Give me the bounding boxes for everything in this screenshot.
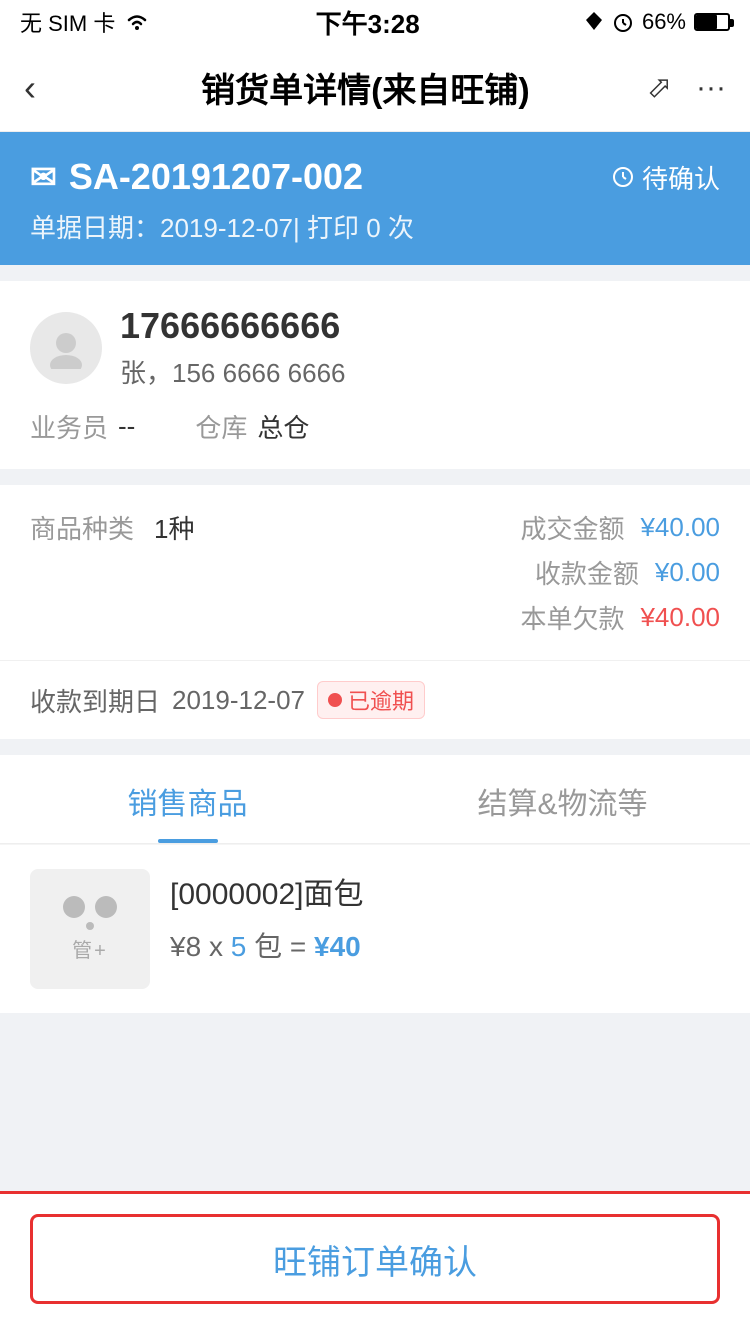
status-bar-time: 下午3:28 [316,4,420,41]
confirm-order-button[interactable]: 旺铺订单确认 [30,1214,720,1304]
salesperson-label: 业务员 [30,408,108,445]
status-bar: 无 SIM 卡 下午3:28 66% [0,0,750,44]
customer-section: 17666666666 张，156 6666 6666 业务员 -- 仓库 总仓 [0,281,750,469]
overdue-badge: 已逾期 [317,681,425,719]
payment-label: 收款金额 [535,554,639,591]
page-title: 销货单详情(来自旺铺) [84,63,647,112]
customer-phone: 17666666666 [120,305,346,347]
order-date: 单据日期：2019-12-07| 打印 0 次 [30,208,720,245]
warehouse-label: 仓库 [195,408,247,445]
tabs-row: 销售商品 结算&物流等 [0,755,750,844]
deal-amount-label: 成交金额 [520,509,624,546]
tab-settlement[interactable]: 结算&物流等 [375,755,750,843]
nav-actions: ⬀ ··· [647,70,726,105]
tab-sales-products[interactable]: 销售商品 [0,755,375,843]
salesperson-value: -- [118,411,135,442]
order-status: 待确认 [612,159,720,196]
owl-eye-left [63,896,85,918]
balance-value: ¥40.00 [640,602,720,633]
product-info: [0000002]面包 ¥8 x 5 包 = ¥40 [170,869,720,965]
balance-label: 本单欠款 [520,599,624,636]
nav-bar: ‹ 销货单详情(来自旺铺) ⬀ ··· [0,44,750,132]
owl-eye-right [95,896,117,918]
warehouse-item: 仓库 总仓 [195,408,309,445]
status-bar-right: 66% [584,9,730,35]
alarm-icon [612,11,634,33]
overdue-icon [328,693,342,707]
wifi-icon [123,12,151,32]
product-qty: 5 [231,931,247,962]
owl-eyes-icon [63,896,117,918]
order-id: ✉ SA-20191207-002 [30,156,363,198]
product-name: [0000002]面包 [170,869,720,913]
product-type-area: 商品种类 1种 [30,509,194,546]
product-item: 管+ [0000002]面包 ¥8 x 5 包 = ¥40 [0,844,750,1013]
payment-value: ¥0.00 [655,557,720,588]
order-icon: ✉ [30,158,57,196]
customer-name: 张，156 6666 6666 [120,353,346,390]
warehouse-value: 总仓 [257,408,309,445]
clock-icon [612,166,634,188]
owl-nose-icon [86,922,94,930]
product-price-row: ¥8 x 5 包 = ¥40 [170,925,720,965]
product-total: ¥40 [314,931,361,962]
status-text: 待确认 [642,159,720,196]
product-type-value: 1种 [154,509,194,546]
carrier-text: 无 SIM 卡 [20,6,115,38]
tabs-section: 销售商品 结算&物流等 管+ [0000002]面包 ¥8 x 5 包 = [0,755,750,1013]
location-icon [584,10,604,34]
deal-amount-row: 成交金额 ¥40.00 [520,509,720,546]
deal-amount-value: ¥40.00 [640,512,720,543]
due-section: 收款到期日 2019-12-07 已逾期 [0,660,750,739]
product-unit: 包 [254,931,282,962]
product-type-label: 商品种类 [30,509,134,546]
product-price: ¥8 [170,931,201,962]
more-button[interactable]: ··· [696,71,726,105]
balance-row: 本单欠款 ¥40.00 [520,599,720,636]
product-multiply: x [209,931,231,962]
battery-icon [694,13,730,31]
product-equal: = [290,931,314,962]
confirm-button-wrap: 旺铺订单确认 [0,1191,750,1334]
customer-meta: 业务员 -- 仓库 总仓 [30,408,720,445]
amounts-area: 成交金额 ¥40.00 收款金额 ¥0.00 本单欠款 ¥40.00 [520,509,720,636]
product-thumbnail: 管+ [30,869,150,989]
avatar [30,312,102,384]
bottom-area [0,1013,750,1213]
owl-brand-text: 管+ [72,934,108,963]
overdue-text: 已逾期 [348,684,414,716]
back-button[interactable]: ‹ [24,67,84,109]
order-header: ✉ SA-20191207-002 待确认 单据日期：2019-12-07| 打… [0,132,750,265]
payment-row: 收款金额 ¥0.00 [535,554,720,591]
share-button[interactable]: ⬀ [647,70,672,105]
due-date: 2019-12-07 [172,685,305,716]
summary-section: 商品种类 1种 成交金额 ¥40.00 收款金额 ¥0.00 本单欠款 ¥40.… [0,485,750,660]
salesperson-item: 业务员 -- [30,408,135,445]
due-label: 收款到期日 [30,682,160,719]
status-bar-left: 无 SIM 卡 [20,6,151,38]
battery-text: 66% [642,9,686,35]
